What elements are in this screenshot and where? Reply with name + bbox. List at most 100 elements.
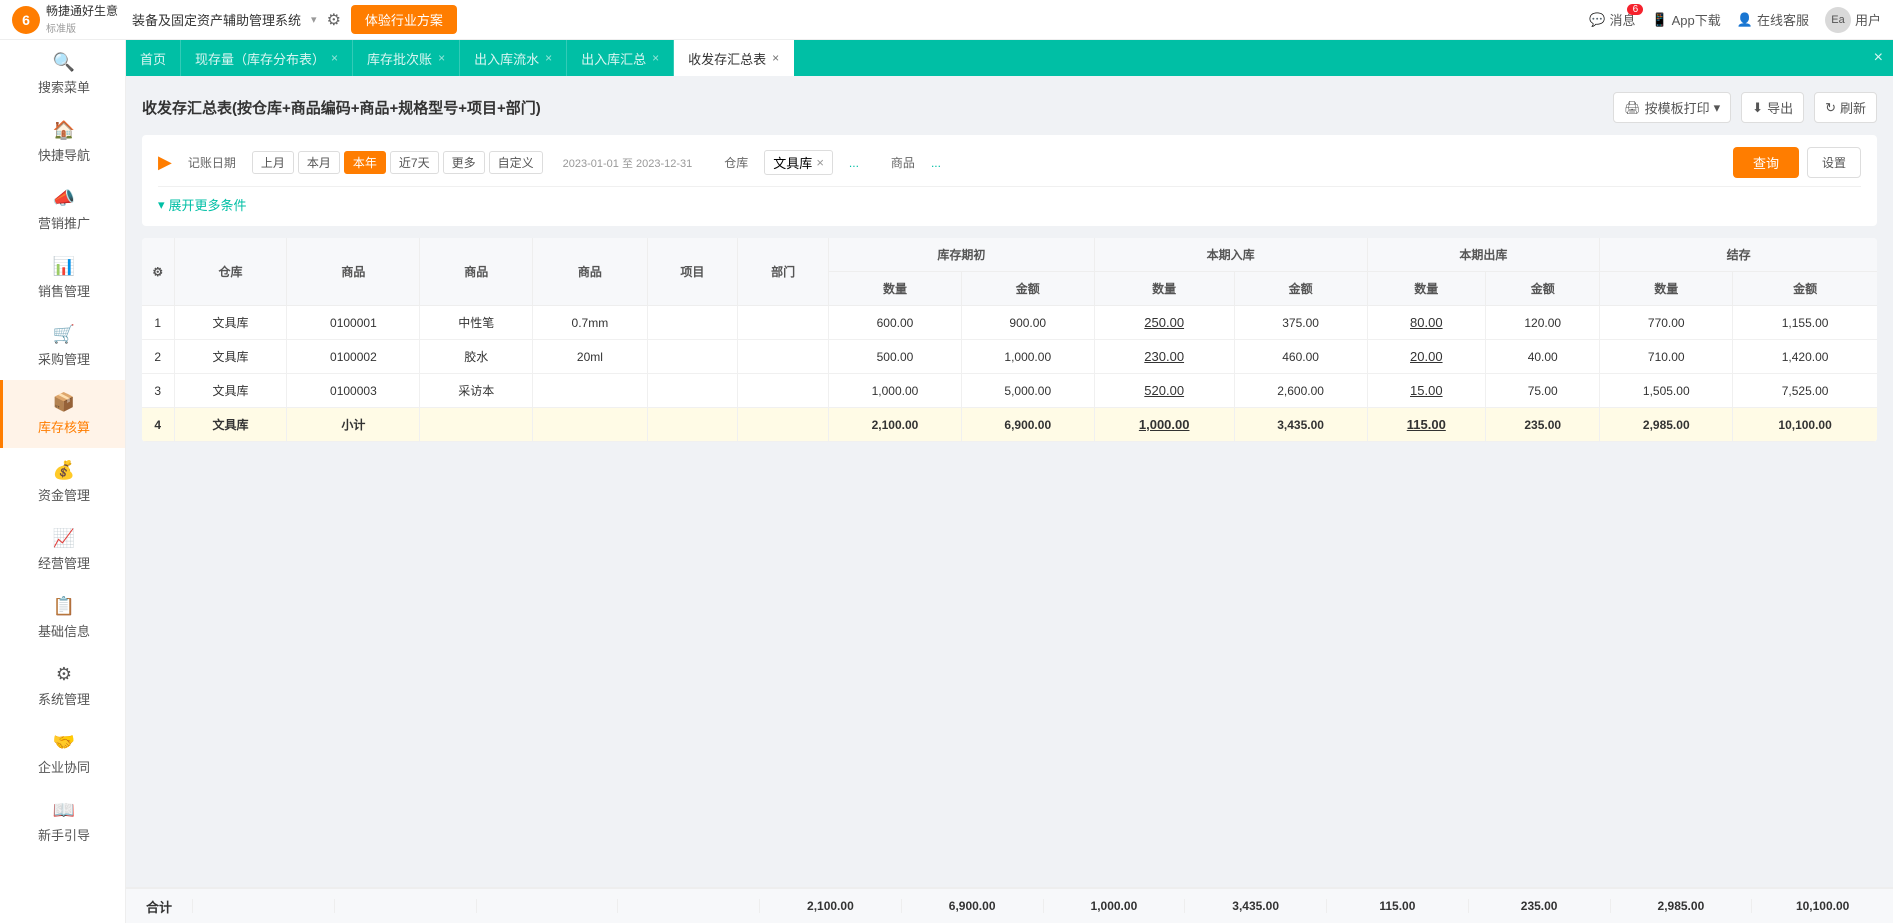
tab-in-out-summary[interactable]: 出入库汇总 × bbox=[567, 40, 674, 76]
row-opening-qty: 600.00 bbox=[829, 306, 962, 340]
sidebar-item-enterprise[interactable]: 🤝 企业协同 bbox=[0, 720, 125, 788]
subtotal-row: 4 文具库 小计 2,100.00 6,900.00 1,000.00 3,43… bbox=[142, 408, 1877, 442]
trial-btn[interactable]: 体验行业方案 bbox=[351, 5, 457, 34]
total-placeholder2 bbox=[334, 899, 476, 913]
user-menu[interactable]: Ea 用户 bbox=[1825, 7, 1881, 33]
date-btn-this-year[interactable]: 本年 bbox=[344, 151, 386, 174]
row-in-qty[interactable]: 520.00 bbox=[1094, 374, 1234, 408]
tab-close-in-out-flow[interactable]: × bbox=[545, 51, 552, 65]
settings-icon[interactable]: ⚙ bbox=[327, 10, 341, 30]
date-label: 记账日期 bbox=[188, 154, 236, 171]
sidebar-item-purchase[interactable]: 🛒 采购管理 bbox=[0, 312, 125, 380]
row-dept bbox=[738, 340, 829, 374]
sidebar-item-marketing[interactable]: 📣 营销推广 bbox=[0, 176, 125, 244]
sidebar-label: 销售管理 bbox=[38, 281, 90, 300]
th-warehouse: 仓库 bbox=[174, 238, 287, 306]
tab-in-out-flow[interactable]: 出入库流水 × bbox=[460, 40, 567, 76]
online-service-btn[interactable]: 👤 在线客服 bbox=[1737, 10, 1809, 29]
finance-icon: 💰 bbox=[53, 460, 75, 481]
filter-row-1: ▶ 记账日期 上月 本月 本年 近7天 更多 自定义 2023-01-01 至 … bbox=[158, 147, 1861, 178]
subtotal-empty2 bbox=[533, 408, 647, 442]
row-in-amt: 2,600.00 bbox=[1234, 374, 1367, 408]
tab-close-in-out-summary[interactable]: × bbox=[652, 51, 659, 65]
th-in-qty: 数量 bbox=[1094, 272, 1234, 306]
topbar-actions: 💬 消息 6 📱 App下载 👤 在线客服 Ea 用户 bbox=[1589, 7, 1881, 33]
date-range-label: 2023-01-01 至 2023-12-31 bbox=[563, 155, 693, 171]
total-placeholder4 bbox=[617, 899, 759, 913]
date-btn-more[interactable]: 更多 bbox=[443, 151, 485, 174]
tab-batch-ledger[interactable]: 库存批次账 × bbox=[353, 40, 460, 76]
query-btn[interactable]: 查询 bbox=[1733, 147, 1799, 178]
warehouse-ellipsis[interactable]: ... bbox=[849, 156, 859, 170]
th-out-amt: 金额 bbox=[1486, 272, 1600, 306]
expand-conditions-btn[interactable]: ▾ 展开更多条件 bbox=[158, 195, 247, 214]
warehouse-tag-close[interactable]: × bbox=[816, 155, 824, 170]
sidebar-item-quick-nav[interactable]: 🏠 快捷导航 bbox=[0, 108, 125, 176]
filter-settings-btn[interactable]: 设置 bbox=[1807, 147, 1861, 178]
row-no: 2 bbox=[142, 340, 174, 374]
filter-toggle-icon[interactable]: ▶ bbox=[158, 152, 172, 173]
app-download-btn[interactable]: 📱 App下载 bbox=[1651, 10, 1720, 29]
tab-stock-dist[interactable]: 现存量（库存分布表） × bbox=[181, 40, 353, 76]
table-row: 2 文具库 0100002 胶水 20ml 500.00 1,000.00 23… bbox=[142, 340, 1877, 374]
subtotal-no: 4 bbox=[142, 408, 174, 442]
sidebar-item-sales[interactable]: 📊 销售管理 bbox=[0, 244, 125, 312]
chevron-down-icon: ▾ bbox=[1714, 100, 1721, 116]
sidebar-item-system[interactable]: ⚙ 系统管理 bbox=[0, 652, 125, 720]
sidebar-item-inventory[interactable]: 📦 库存核算 bbox=[0, 380, 125, 448]
tab-close-batch-ledger[interactable]: × bbox=[438, 51, 445, 65]
tab-home[interactable]: 首页 bbox=[126, 40, 181, 76]
tab-close-recv-send-summary[interactable]: × bbox=[772, 51, 779, 65]
th-in-amt: 金额 bbox=[1234, 272, 1367, 306]
sidebar-item-operations[interactable]: 📈 经营管理 bbox=[0, 516, 125, 584]
date-btn-7days[interactable]: 近7天 bbox=[390, 151, 439, 174]
print-btn[interactable]: 🖨 按模板打印 ▾ bbox=[1613, 92, 1731, 123]
date-btn-last-month[interactable]: 上月 bbox=[252, 151, 294, 174]
th-group-period-in: 本期入库 bbox=[1094, 238, 1367, 272]
avatar: Ea bbox=[1825, 7, 1851, 33]
row-in-qty[interactable]: 230.00 bbox=[1094, 340, 1234, 374]
row-out-qty[interactable]: 20.00 bbox=[1367, 340, 1486, 374]
new-guide-icon: 📖 bbox=[53, 800, 75, 821]
export-icon: ⬇ bbox=[1752, 100, 1763, 116]
th-dept: 部门 bbox=[738, 238, 829, 306]
row-goods-name: 采访本 bbox=[420, 374, 533, 408]
warehouse-tag[interactable]: 文具库 × bbox=[764, 150, 833, 175]
row-in-qty[interactable]: 250.00 bbox=[1094, 306, 1234, 340]
row-no: 1 bbox=[142, 306, 174, 340]
tab-close-stock-dist[interactable]: × bbox=[331, 51, 338, 65]
message-btn[interactable]: 💬 消息 6 bbox=[1589, 10, 1635, 29]
th-group-period-out: 本期出库 bbox=[1367, 238, 1600, 272]
row-goods-spec: 0.7mm bbox=[533, 306, 647, 340]
sidebar-item-search-menu[interactable]: 🔍 搜索菜单 bbox=[0, 40, 125, 108]
total-bal-amt: 10,100.00 bbox=[1751, 899, 1893, 913]
sys-dropdown[interactable]: ▾ bbox=[311, 13, 317, 26]
tab-more-btn[interactable]: × bbox=[1864, 49, 1893, 67]
sidebar-item-basic-info[interactable]: 📋 基础信息 bbox=[0, 584, 125, 652]
goods-label: 商品 bbox=[891, 154, 915, 171]
sidebar-label: 快捷导航 bbox=[38, 145, 90, 164]
tab-recv-send-summary[interactable]: 收发存汇总表 × bbox=[674, 40, 794, 76]
operations-icon: 📈 bbox=[53, 528, 75, 549]
row-out-qty[interactable]: 80.00 bbox=[1367, 306, 1486, 340]
sidebar-item-new-guide[interactable]: 📖 新手引导 bbox=[0, 788, 125, 856]
subtotal-empty1 bbox=[420, 408, 533, 442]
goods-ellipsis[interactable]: ... bbox=[931, 156, 941, 170]
subtotal-warehouse: 文具库 bbox=[174, 408, 287, 442]
th-group-opening: 库存期初 bbox=[829, 238, 1095, 272]
message-icon: 💬 bbox=[1589, 12, 1605, 28]
date-btn-custom[interactable]: 自定义 bbox=[489, 151, 543, 174]
refresh-btn[interactable]: ↻ 刷新 bbox=[1814, 92, 1877, 123]
logo-icon: 6 bbox=[12, 6, 40, 34]
date-btn-this-month[interactable]: 本月 bbox=[298, 151, 340, 174]
row-out-qty[interactable]: 15.00 bbox=[1367, 374, 1486, 408]
topbar: 6 畅捷通好生意 标准版 装备及固定资产辅助管理系统 ▾ ⚙ 体验行业方案 💬 … bbox=[0, 0, 1893, 40]
row-opening-amt: 5,000.00 bbox=[961, 374, 1094, 408]
row-opening-qty: 500.00 bbox=[829, 340, 962, 374]
marketing-icon: 📣 bbox=[53, 188, 75, 209]
row-bal-amt: 1,155.00 bbox=[1733, 306, 1877, 340]
sidebar-item-finance[interactable]: 💰 资金管理 bbox=[0, 448, 125, 516]
col-settings-header[interactable]: ⚙ bbox=[142, 238, 174, 306]
export-btn[interactable]: ⬇ 导出 bbox=[1741, 92, 1804, 123]
service-icon: 👤 bbox=[1737, 12, 1753, 28]
